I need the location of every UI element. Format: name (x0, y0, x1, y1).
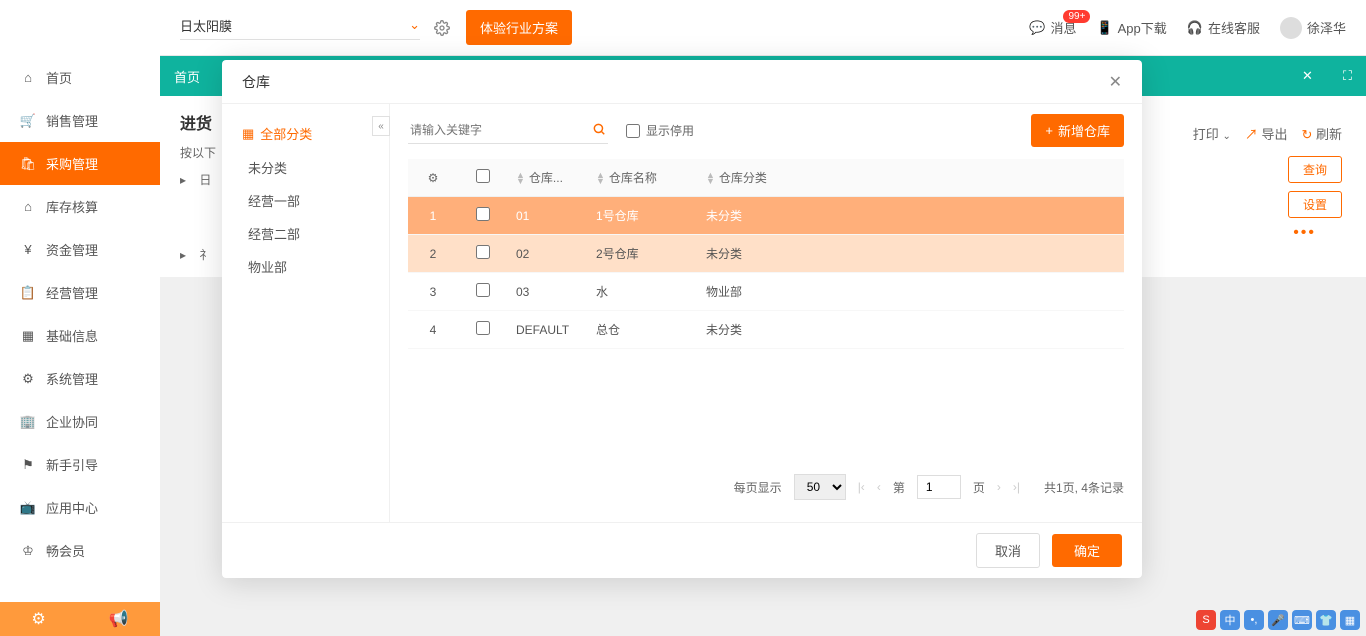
sort-icon[interactable]: ▲▼ (596, 173, 605, 184)
add-warehouse-button[interactable]: + 新增仓库 (1031, 114, 1124, 147)
plus-icon: + (1045, 123, 1053, 138)
ime-keyboard-icon[interactable]: ⌨ (1292, 610, 1312, 630)
ime-punct-icon[interactable]: •, (1244, 610, 1264, 630)
category-all[interactable]: ▦ 全部分类 (222, 116, 389, 151)
ok-button[interactable]: 确定 (1052, 534, 1122, 567)
sort-icon[interactable]: ▲▼ (706, 173, 715, 184)
select-all-checkbox[interactable] (476, 169, 490, 183)
category-item[interactable]: 经营一部 (222, 184, 389, 217)
first-page-icon[interactable]: |‹ (858, 480, 865, 494)
per-page-label: 每页显示 (734, 479, 782, 496)
sort-icon[interactable]: ▲▼ (516, 173, 525, 184)
search-icon[interactable] (592, 122, 606, 141)
pager-summary: 共1页, 4条记录 (1044, 479, 1124, 496)
prev-page-icon[interactable]: ‹ (877, 480, 881, 494)
page-input[interactable] (917, 475, 961, 499)
collapse-panel-icon[interactable]: « (372, 116, 390, 136)
search-input[interactable] (408, 117, 608, 143)
category-item[interactable]: 物业部 (222, 250, 389, 283)
per-page-select[interactable]: 50 (794, 474, 846, 500)
row-checkbox[interactable] (476, 207, 490, 221)
table-row[interactable]: 4 DEFAULT 总仓 未分类 (408, 311, 1124, 349)
gear-icon[interactable]: ⚙ (428, 171, 439, 185)
modal-title: 仓库 (242, 72, 270, 92)
ime-grid-icon[interactable]: ▦ (1340, 610, 1360, 630)
row-checkbox[interactable] (476, 245, 490, 259)
show-disabled-checkbox[interactable]: 显示停用 (626, 122, 694, 139)
ime-lang-icon[interactable]: 中 (1220, 610, 1240, 630)
table-row[interactable]: 1 01 1号仓库 未分类 (408, 197, 1124, 235)
category-item[interactable]: 未分类 (222, 151, 389, 184)
ime-s-icon[interactable]: S (1196, 610, 1216, 630)
close-icon[interactable]: ✕ (1109, 72, 1122, 92)
ime-mic-icon[interactable]: 🎤 (1268, 610, 1288, 630)
grid-icon: ▦ (242, 126, 254, 142)
last-page-icon[interactable]: ›| (1013, 480, 1020, 494)
ime-skin-icon[interactable]: 👕 (1316, 610, 1336, 630)
next-page-icon[interactable]: › (997, 480, 1001, 494)
warehouse-modal: 仓库 ✕ ▦ 全部分类 未分类 经营一部 经营二部 物业部 « (222, 60, 1142, 578)
category-item[interactable]: 经营二部 (222, 217, 389, 250)
table-row[interactable]: 3 03 水 物业部 (408, 273, 1124, 311)
table-row[interactable]: 2 02 2号仓库 未分类 (408, 235, 1124, 273)
ime-tray: S 中 •, 🎤 ⌨ 👕 ▦ (1196, 610, 1360, 630)
cancel-button[interactable]: 取消 (976, 533, 1040, 568)
row-checkbox[interactable] (476, 283, 490, 297)
row-checkbox[interactable] (476, 321, 490, 335)
